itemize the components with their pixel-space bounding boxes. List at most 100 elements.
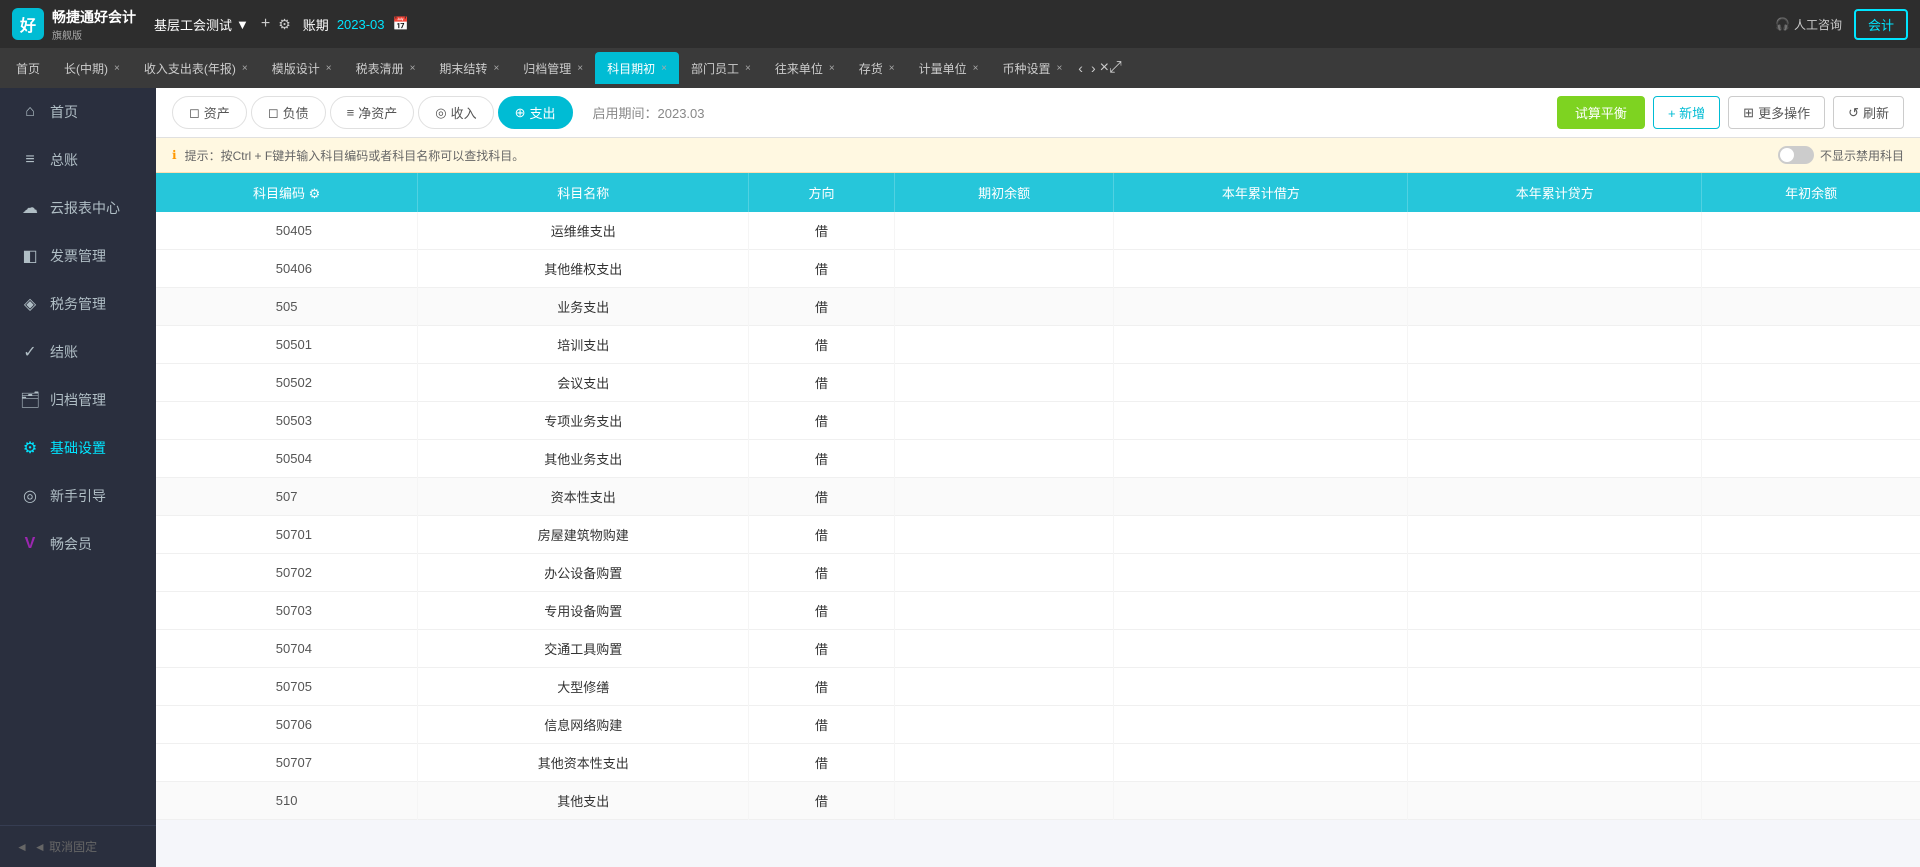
cell-code: 50503	[156, 402, 418, 440]
sidebar-item-cloud-report[interactable]: ☁ 云报表中心	[0, 184, 156, 232]
table-row[interactable]: 510 其他支出 借	[156, 782, 1920, 820]
sidebar-item-home[interactable]: ⌂ 首页	[0, 88, 156, 136]
sub-tab-net-asset[interactable]: ≡ 净资产	[330, 96, 415, 129]
tab-unit-close[interactable]: ×	[973, 63, 979, 74]
sub-tab-asset[interactable]: ◻ 资产	[172, 96, 247, 129]
tab-home[interactable]: 首页	[4, 52, 52, 84]
table-row[interactable]: 50406 其他维权支出 借	[156, 250, 1920, 288]
table-row[interactable]: 50701 房屋建筑物购建 借	[156, 516, 1920, 554]
sub-tab-income[interactable]: ◎ 收入	[418, 96, 493, 129]
sidebar-item-invoice[interactable]: ◧ 发票管理	[0, 232, 156, 280]
company-selector[interactable]: 基层工会测试 ▼	[154, 15, 249, 34]
table-row[interactable]: 50702 办公设备购置 借	[156, 554, 1920, 592]
tab-subject-init[interactable]: 科目期初 ×	[595, 52, 679, 84]
cell-ytd-debit	[1114, 402, 1408, 440]
tab-partner-close[interactable]: ×	[829, 63, 835, 74]
tab-midterm[interactable]: 长(中期) ×	[52, 52, 132, 84]
tab-dept[interactable]: 部门员工 ×	[679, 52, 763, 84]
sub-tab-expense-label: 支出	[530, 103, 556, 122]
settings-icon[interactable]: ⚙	[278, 16, 291, 33]
th-dir: 方向	[749, 173, 895, 212]
tab-tax[interactable]: 税表清册 ×	[344, 52, 428, 84]
sidebar: ⌂ 首页 ≡ 总账 ☁ 云报表中心 ◧ 发票管理 ◈ 税务管理 ✓ 结账 🗂 归…	[0, 88, 156, 867]
sidebar-collapse-btn[interactable]: ◄ ◄ 取消固定	[0, 825, 156, 867]
tab-inventory[interactable]: 存货 ×	[847, 52, 907, 84]
tab-midterm-label: 长(中期)	[64, 60, 108, 77]
tab-unit[interactable]: 计量单位 ×	[907, 52, 991, 84]
sidebar-item-ledger[interactable]: ≡ 总账	[0, 136, 156, 184]
cell-year-opening	[1702, 668, 1920, 706]
table-row[interactable]: 50705 大型修缮 借	[156, 668, 1920, 706]
sidebar-item-tax[interactable]: ◈ 税务管理	[0, 280, 156, 328]
sidebar-item-guide[interactable]: ◎ 新手引导	[0, 472, 156, 520]
tab-bar: 首页 长(中期) × 收入支出表(年报) × 模版设计 × 税表清册 × 期末结…	[0, 48, 1920, 88]
table-row[interactable]: 507 资本性支出 借	[156, 478, 1920, 516]
tab-expand[interactable]: ⤢	[1109, 59, 1122, 77]
tab-nav-left[interactable]: ‹	[1074, 60, 1087, 76]
tab-midterm-close[interactable]: ×	[114, 63, 120, 74]
kuaiji-button[interactable]: 会计	[1854, 9, 1908, 40]
tab-template[interactable]: 模版设计 ×	[260, 52, 344, 84]
guide-icon: ◎	[20, 486, 40, 506]
refresh-button[interactable]: ↺ 刷新	[1833, 96, 1904, 129]
cell-dir: 借	[749, 364, 895, 402]
ai-service-button[interactable]: 🎧 人工咨询	[1775, 16, 1842, 33]
tab-nav-right[interactable]: ›	[1087, 60, 1100, 76]
table-row[interactable]: 50501 培训支出 借	[156, 326, 1920, 364]
cell-dir: 借	[749, 250, 895, 288]
tab-partner[interactable]: 往来单位 ×	[763, 52, 847, 84]
sub-tab-expense[interactable]: ⊕ 支出	[498, 96, 573, 129]
table-row[interactable]: 50504 其他业务支出 借	[156, 440, 1920, 478]
tab-close-all[interactable]: ×	[1100, 59, 1109, 77]
company-name: 基层工会测试	[154, 15, 232, 34]
tab-archive[interactable]: 归档管理 ×	[511, 52, 595, 84]
new-button[interactable]: + 新增	[1653, 96, 1720, 129]
tab-archive-close[interactable]: ×	[577, 63, 583, 74]
collapse-icon: ◄	[16, 840, 28, 854]
tab-archive-label: 归档管理	[523, 60, 571, 77]
tab-annual-close[interactable]: ×	[242, 63, 248, 74]
tab-dept-close[interactable]: ×	[745, 63, 751, 74]
cell-name: 专项业务支出	[418, 402, 749, 440]
tab-currency[interactable]: 币种设置 ×	[990, 52, 1074, 84]
tab-tax-close[interactable]: ×	[410, 63, 416, 74]
tab-currency-close[interactable]: ×	[1056, 63, 1062, 74]
sub-tab-liability[interactable]: ◻ 负债	[251, 96, 326, 129]
top-header: 好 畅捷通好会计 旗舰版 基层工会测试 ▼ + ⚙ 账期 2023-03 📅 🎧…	[0, 0, 1920, 48]
sidebar-item-archive[interactable]: 🗂 归档管理	[0, 376, 156, 424]
table-row[interactable]: 505 业务支出 借	[156, 288, 1920, 326]
table-row[interactable]: 50704 交通工具购置 借	[156, 630, 1920, 668]
cell-ytd-credit	[1408, 782, 1702, 820]
calendar-icon[interactable]: 📅	[393, 16, 409, 32]
refresh-icon: ↺	[1848, 105, 1859, 121]
tab-annual-report[interactable]: 收入支出表(年报) ×	[132, 52, 260, 84]
liability-icon: ◻	[268, 105, 279, 121]
table-row[interactable]: 50503 专项业务支出 借	[156, 402, 1920, 440]
cell-code: 50704	[156, 630, 418, 668]
more-actions-button[interactable]: ⊞ 更多操作	[1728, 96, 1825, 129]
cell-ytd-credit	[1408, 402, 1702, 440]
cell-dir: 借	[749, 630, 895, 668]
table-row[interactable]: 50706 信息网络购建 借	[156, 706, 1920, 744]
table-row[interactable]: 50502 会议支出 借	[156, 364, 1920, 402]
sidebar-item-close-account[interactable]: ✓ 结账	[0, 328, 156, 376]
disable-toggle-switch[interactable]	[1778, 146, 1814, 164]
tab-template-close[interactable]: ×	[326, 63, 332, 74]
table-row[interactable]: 50405 运维维支出 借	[156, 212, 1920, 250]
th-code: 科目编码 ⚙	[156, 173, 418, 212]
tab-period-end[interactable]: 期末结转 ×	[427, 52, 511, 84]
tab-subject-init-close[interactable]: ×	[661, 63, 667, 74]
table-row[interactable]: 50707 其他资本性支出 借	[156, 744, 1920, 782]
tab-period-end-close[interactable]: ×	[493, 63, 499, 74]
add-icon[interactable]: +	[261, 15, 270, 33]
cell-year-opening	[1702, 250, 1920, 288]
sidebar-item-member[interactable]: V 畅会员	[0, 520, 156, 568]
trial-balance-button[interactable]: 试算平衡	[1557, 96, 1645, 129]
table-row[interactable]: 50703 专用设备购置 借	[156, 592, 1920, 630]
chevron-down-icon: ▼	[236, 17, 249, 32]
cell-year-opening	[1702, 212, 1920, 250]
sidebar-item-settings[interactable]: ⚙ 基础设置	[0, 424, 156, 472]
tab-inventory-close[interactable]: ×	[889, 63, 895, 74]
disable-toggle[interactable]: 不显示禁用科目	[1778, 146, 1904, 164]
cell-ytd-credit	[1408, 326, 1702, 364]
